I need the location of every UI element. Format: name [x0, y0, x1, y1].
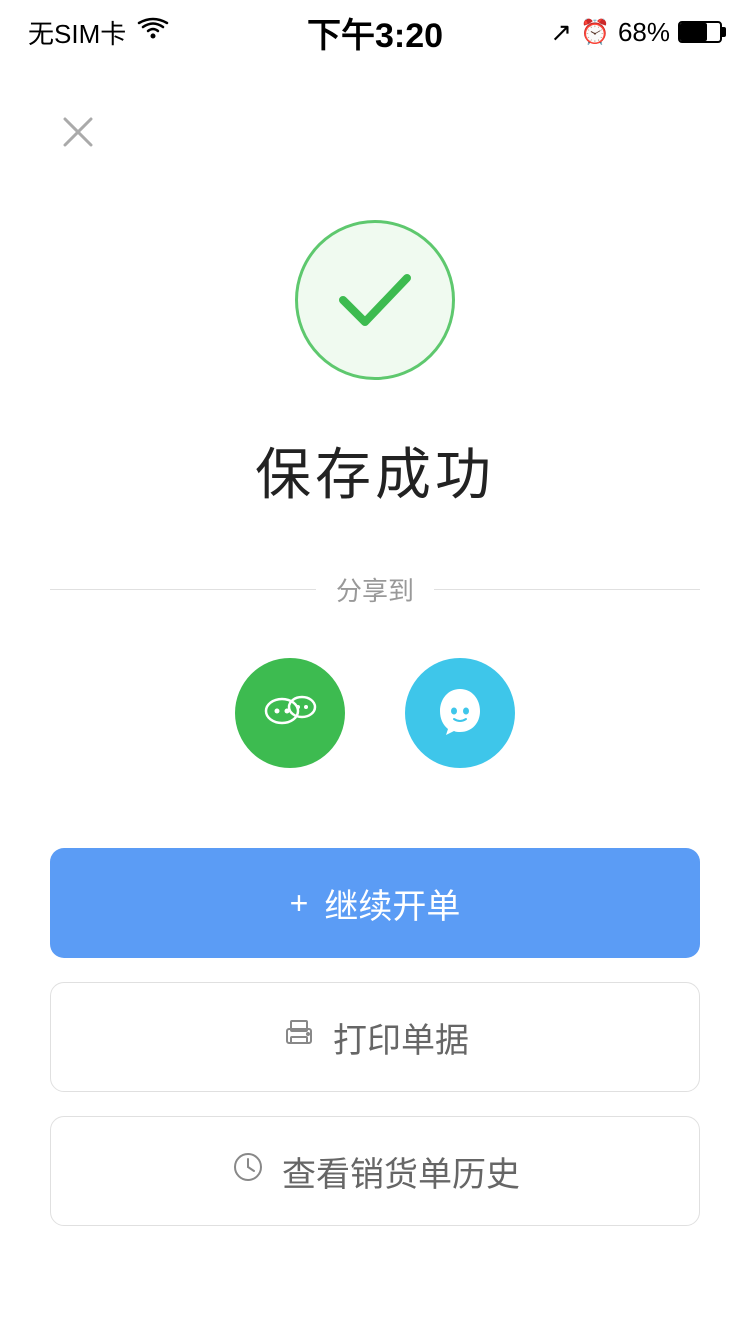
print-label: 打印单据	[333, 1013, 469, 1062]
qq-share-button[interactable]	[405, 658, 515, 768]
history-label: 查看销货单历史	[282, 1147, 520, 1196]
wechat-share-button[interactable]	[235, 658, 345, 768]
history-button[interactable]: 查看销货单历史	[50, 1116, 700, 1226]
page-content: 保存成功 分享到	[0, 64, 750, 1226]
status-right: ↗ ⏰ 68%	[550, 17, 722, 48]
status-left: 无SIM卡	[28, 14, 170, 51]
share-section: 分享到	[50, 571, 700, 768]
checkmark-icon	[335, 270, 415, 330]
continue-order-label: 继续开单	[324, 879, 460, 928]
divider-right	[434, 589, 700, 590]
location-icon: ↗	[550, 17, 572, 48]
clock-icon-svg	[230, 1149, 266, 1185]
divider-left	[50, 589, 316, 590]
status-bar: 无SIM卡 下午3:20 ↗ ⏰ 68%	[0, 0, 750, 64]
battery-percentage: 68%	[618, 17, 670, 48]
print-button[interactable]: 打印单据	[50, 982, 700, 1092]
wechat-icon	[258, 681, 322, 745]
close-button-container	[50, 104, 700, 160]
printer-icon	[281, 1015, 317, 1059]
close-icon	[59, 113, 97, 151]
plus-icon: +	[290, 885, 309, 922]
alarm-icon: ⏰	[580, 18, 610, 47]
wifi-icon	[136, 17, 170, 48]
carrier-text: 无SIM卡	[28, 14, 126, 51]
share-icons-row	[50, 658, 700, 768]
success-title: 保存成功	[255, 430, 495, 511]
success-icon-circle	[295, 220, 455, 380]
continue-order-button[interactable]: + 继续开单	[50, 848, 700, 958]
qq-icon	[430, 681, 490, 745]
time-display: 下午3:20	[307, 8, 443, 57]
action-buttons: + 继续开单 打印单据	[50, 848, 700, 1226]
clock-icon	[230, 1149, 266, 1193]
share-divider: 分享到	[50, 571, 700, 608]
battery-icon	[678, 21, 722, 43]
printer-icon-svg	[281, 1015, 317, 1051]
close-button[interactable]	[50, 104, 106, 160]
share-label: 分享到	[336, 571, 414, 608]
